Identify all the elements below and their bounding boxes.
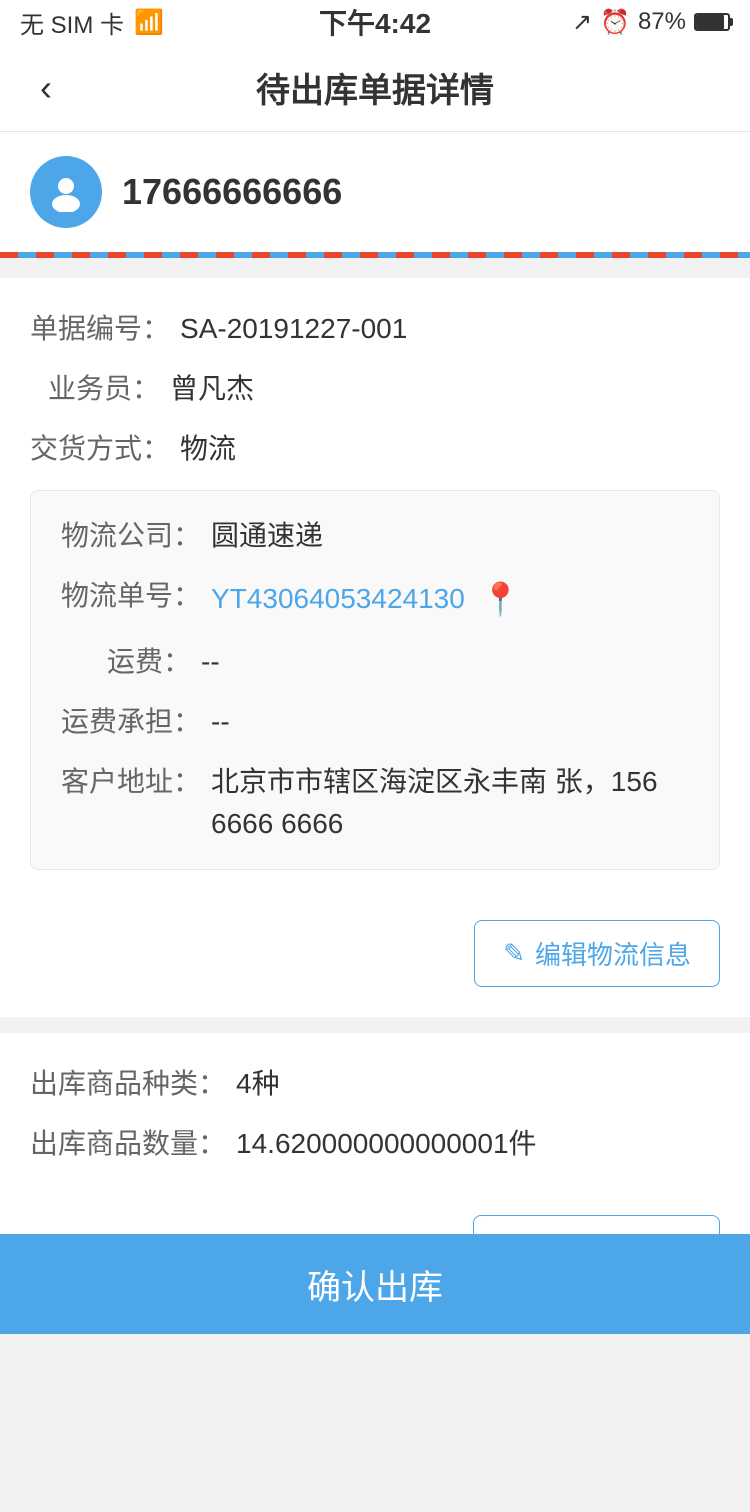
edit-logistics-label: 编辑物流信息 xyxy=(535,935,691,972)
logistics-company-value: 圆通速递 xyxy=(211,515,689,557)
page-title: 待出库单据详情 xyxy=(256,63,494,112)
status-bar-time: 下午4:42 xyxy=(319,2,431,42)
gray-separator-1 xyxy=(0,1017,750,1033)
quantity-label: 出库商品数量： xyxy=(30,1123,236,1165)
tracking-number-label: 物流单号： xyxy=(61,575,211,617)
quantity-row: 出库商品数量： 14.620000000000001件 xyxy=(30,1123,720,1165)
carrier-text: 无 SIM 卡 xyxy=(20,5,124,40)
nav-bar: ‹ 待出库单据详情 xyxy=(0,44,750,132)
tracking-number-value: YT43064053424130 📍 xyxy=(211,575,689,623)
location-status-icon: ↗ xyxy=(572,8,592,37)
category-label: 出库商品种类： xyxy=(30,1063,236,1105)
battery-icon xyxy=(694,13,730,31)
customer-header: 17666666666 xyxy=(0,132,750,252)
address-row: 客户地址： 北京市市辖区海淀区永丰南 张，156 6666 6666 xyxy=(61,761,689,845)
delivery-label: 交货方式： xyxy=(30,428,180,470)
battery-percent: 87% xyxy=(638,8,686,36)
logistics-company-label: 物流公司： xyxy=(61,515,211,557)
quantity-value: 14.620000000000001件 xyxy=(236,1123,720,1165)
status-bar-right: ↗ ⏰ 87% xyxy=(572,8,730,37)
salesman-label: 业务员： xyxy=(30,368,170,410)
avatar xyxy=(30,156,102,228)
freight-row: 运费： -- xyxy=(61,641,689,683)
alarm-icon: ⏰ xyxy=(600,8,630,37)
salesman-value: 曾凡杰 xyxy=(170,368,720,410)
freight-value: -- xyxy=(201,641,689,683)
delivery-row: 交货方式： 物流 xyxy=(30,428,720,470)
edit-icon: ✎ xyxy=(503,938,525,969)
tracking-number-row: 物流单号： YT43064053424130 📍 xyxy=(61,575,689,623)
customer-phone: 17666666666 xyxy=(122,171,342,213)
category-value: 4种 xyxy=(236,1063,720,1105)
logistics-card: 物流公司： 圆通速递 物流单号： YT43064053424130 📍 运费： … xyxy=(30,490,720,870)
address-value: 北京市市辖区海淀区永丰南 张，156 6666 6666 xyxy=(211,761,689,845)
wifi-icon: 📶 xyxy=(134,8,164,37)
address-label: 客户地址： xyxy=(61,761,211,803)
confirm-outbound-button[interactable]: 确认出库 xyxy=(307,1260,443,1309)
order-number-value: SA-20191227-001 xyxy=(180,308,720,350)
freight-bearer-row: 运费承担： -- xyxy=(61,701,689,743)
outbound-info-section: 出库商品种类： 4种 出库商品数量： 14.620000000000001件 xyxy=(0,1033,750,1195)
order-number-row: 单据编号： SA-20191227-001 xyxy=(30,308,720,350)
confirm-outbound-area[interactable]: 确认出库 xyxy=(0,1234,750,1334)
logistics-company-row: 物流公司： 圆通速递 xyxy=(61,515,689,557)
status-bar: 无 SIM 卡 📶 下午4:42 ↗ ⏰ 87% xyxy=(0,0,750,44)
order-info-section: 单据编号： SA-20191227-001 业务员： 曾凡杰 交货方式： 物流 … xyxy=(0,278,750,900)
tracking-location-icon[interactable]: 📍 xyxy=(481,575,521,623)
bottom-gap xyxy=(0,1312,750,1512)
edit-logistics-area: ✎ 编辑物流信息 xyxy=(0,900,750,1017)
avatar-person-icon xyxy=(46,172,86,212)
edit-logistics-button[interactable]: ✎ 编辑物流信息 xyxy=(474,920,720,987)
category-row: 出库商品种类： 4种 xyxy=(30,1063,720,1105)
gap-section-1 xyxy=(0,258,750,278)
back-button[interactable]: ‹ xyxy=(30,57,62,119)
order-number-label: 单据编号： xyxy=(30,308,180,350)
freight-bearer-value: -- xyxy=(211,701,689,743)
status-bar-left: 无 SIM 卡 📶 xyxy=(20,5,164,40)
freight-bearer-label: 运费承担： xyxy=(61,701,211,743)
freight-label: 运费： xyxy=(61,641,201,683)
salesman-row: 业务员： 曾凡杰 xyxy=(30,368,720,410)
delivery-value: 物流 xyxy=(180,428,720,470)
